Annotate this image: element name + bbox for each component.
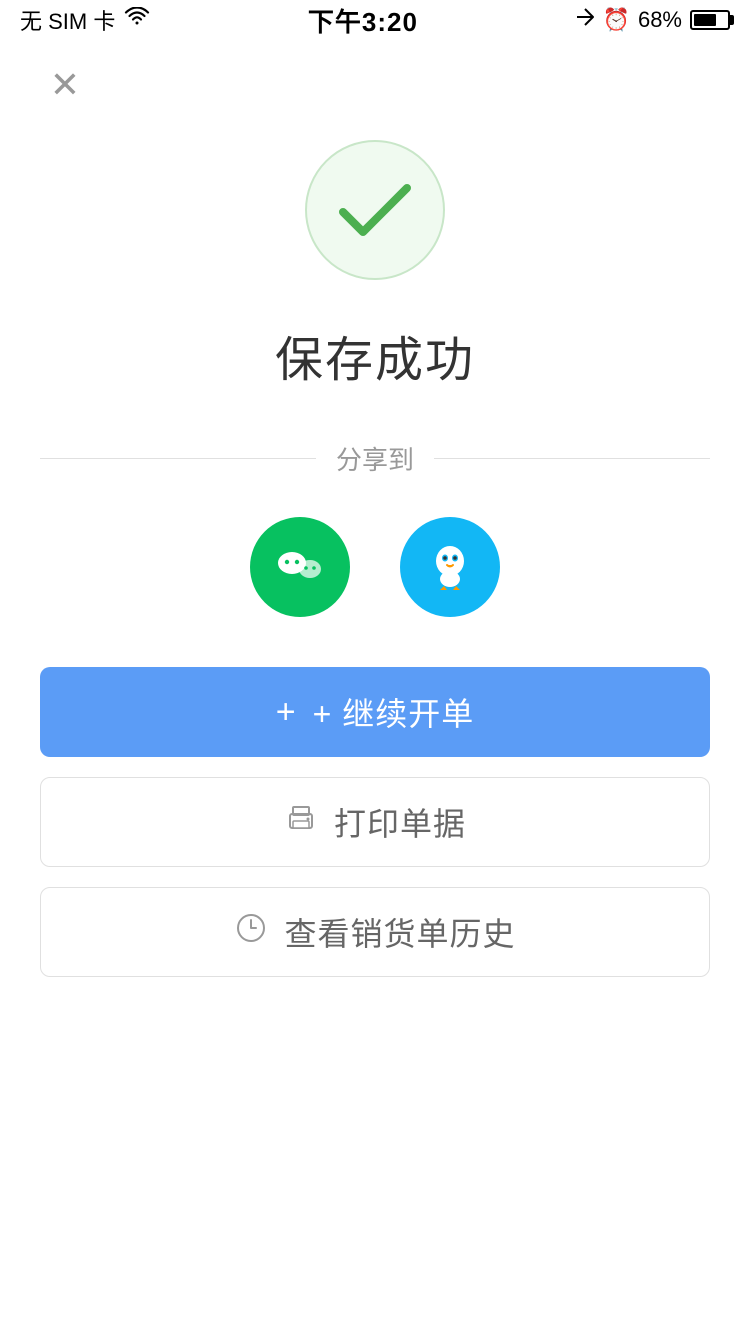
view-history-button[interactable]: 查看销货单历史 <box>40 887 710 977</box>
success-title: 保存成功 <box>275 320 475 390</box>
alarm-icon: ⏰ <box>603 7 630 33</box>
status-left: 无 SIM 卡 <box>20 4 151 36</box>
print-receipt-label: 打印单据 <box>334 799 466 845</box>
battery-percent: 68% <box>638 7 682 33</box>
close-icon: ✕ <box>50 67 80 103</box>
share-divider: 分享到 <box>40 440 710 477</box>
wechat-share-button[interactable] <box>250 517 350 617</box>
printer-icon <box>284 801 318 843</box>
continue-order-label: + 继续开单 <box>313 689 475 735</box>
qq-share-button[interactable] <box>400 517 500 617</box>
wifi-icon <box>123 7 151 33</box>
continue-order-button[interactable]: + + 继续开单 <box>40 667 710 757</box>
view-history-label: 查看销货单历史 <box>284 909 515 955</box>
status-time: 下午3:20 <box>308 2 418 39</box>
share-label: 分享到 <box>336 440 414 477</box>
status-right: ⏰ 68% <box>575 7 730 33</box>
buttons-section: + + 继续开单 打印单据 查看销货单历 <box>40 667 710 977</box>
divider-left <box>40 458 316 459</box>
status-bar: 无 SIM 卡 下午3:20 ⏰ 68% <box>0 0 750 40</box>
wechat-icon <box>270 537 330 597</box>
divider-right <box>434 458 710 459</box>
qq-icon <box>420 537 480 597</box>
location-icon <box>575 7 595 33</box>
plus-icon: + <box>276 693 297 732</box>
share-icons-row <box>250 517 500 617</box>
print-receipt-button[interactable]: 打印单据 <box>40 777 710 867</box>
battery-icon <box>690 10 730 30</box>
no-sim-label: 无 SIM 卡 <box>20 4 115 36</box>
checkmark-icon <box>335 180 415 240</box>
share-section: 分享到 <box>40 440 710 617</box>
history-icon <box>234 911 268 953</box>
close-button[interactable]: ✕ <box>40 60 90 110</box>
main-content: ✕ 保存成功 分享到 <box>0 40 750 1334</box>
success-icon-container <box>305 140 445 280</box>
